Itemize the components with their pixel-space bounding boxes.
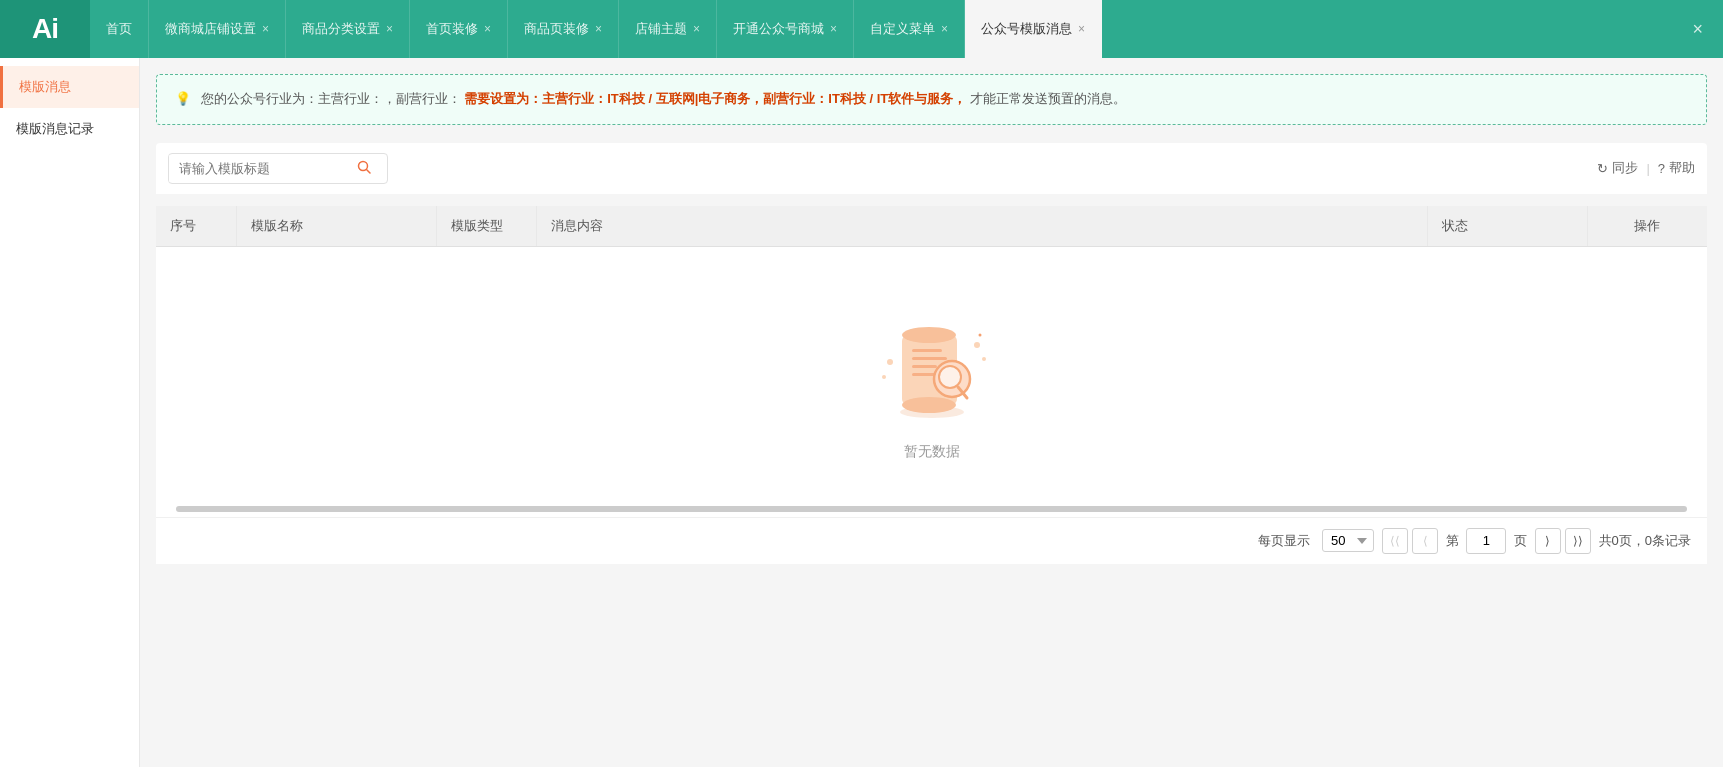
nav-tab-home-decoration[interactable]: 首页装修 ×: [410, 0, 508, 58]
svg-line-1: [367, 169, 371, 173]
data-table: 序号模版名称模版类型消息内容状态操作: [156, 206, 1707, 247]
sync-button[interactable]: ↻ 同步: [1597, 159, 1638, 177]
svg-point-5: [902, 397, 956, 413]
help-label: 帮助: [1669, 159, 1695, 177]
sync-icon: ↻: [1597, 161, 1608, 176]
nav-tab-home[interactable]: 首页: [90, 0, 149, 58]
table-header-name: 模版名称: [236, 206, 436, 247]
divider: |: [1646, 161, 1649, 176]
help-icon: ?: [1658, 161, 1665, 176]
nav-tab-shop-settings[interactable]: 微商城店铺设置 ×: [149, 0, 286, 58]
close-tab-icon[interactable]: ×: [595, 23, 602, 35]
table-header-index: 序号: [156, 206, 236, 247]
toolbar: ↻ 同步 | ? 帮助: [156, 143, 1707, 194]
nav-tab-product-decoration[interactable]: 商品页装修 ×: [508, 0, 619, 58]
brand-logo: Ai: [0, 0, 90, 58]
main-layout: 模版消息模版消息记录 💡 您的公众号行业为：主营行业：，副营行业： 需要设置为：…: [0, 58, 1723, 767]
first-page-button[interactable]: ⟨⟨: [1382, 528, 1408, 554]
sidebar-item-template-message[interactable]: 模版消息: [0, 66, 139, 108]
page-suffix: 页: [1510, 532, 1530, 550]
nav-tabs-container: 首页微商城店铺设置 ×商品分类设置 ×首页装修 ×商品页装修 ×店铺主题 ×开通…: [90, 0, 1672, 58]
svg-point-4: [902, 327, 956, 343]
toolbar-right: ↻ 同步 | ? 帮助: [1597, 159, 1695, 177]
horizontal-scrollbar[interactable]: [156, 501, 1707, 517]
sync-label: 同步: [1612, 159, 1638, 177]
svg-rect-8: [912, 365, 937, 368]
svg-point-16: [887, 359, 893, 365]
search-box[interactable]: [168, 153, 388, 184]
nav-tab-category-settings[interactable]: 商品分类设置 ×: [286, 0, 410, 58]
table-header-status: 状态: [1427, 206, 1587, 247]
page-size-select: 每页显示 102050100: [1258, 529, 1374, 552]
page-size-dropdown[interactable]: 102050100: [1322, 529, 1374, 552]
table-header-content: 消息内容: [536, 206, 1427, 247]
close-tab-icon[interactable]: ×: [484, 23, 491, 35]
close-tab-icon[interactable]: ×: [262, 23, 269, 35]
bulb-icon: 💡: [175, 91, 191, 106]
page-number-input[interactable]: [1466, 528, 1506, 554]
page-word: 第: [1442, 532, 1462, 550]
close-tab-icon[interactable]: ×: [1078, 23, 1085, 35]
help-button[interactable]: ? 帮助: [1658, 159, 1695, 177]
svg-rect-7: [912, 357, 947, 360]
close-tab-icon[interactable]: ×: [386, 23, 393, 35]
last-page-button[interactable]: ⟩⟩: [1565, 528, 1591, 554]
svg-point-17: [882, 375, 886, 379]
table-header-type: 模版类型: [436, 206, 536, 247]
close-all-button[interactable]: ×: [1672, 0, 1723, 58]
svg-point-11: [939, 366, 961, 388]
notice-box: 💡 您的公众号行业为：主营行业：，副营行业： 需要设置为：主营行业：IT科技 /…: [156, 74, 1707, 125]
search-button[interactable]: [349, 154, 379, 183]
scrollbar-thumb[interactable]: [176, 506, 1687, 512]
sidebar: 模版消息模版消息记录: [0, 58, 140, 767]
page-navigation: ⟨⟨ ⟨ 第 页 ⟩ ⟩⟩: [1382, 528, 1590, 554]
sidebar-item-template-message-record[interactable]: 模版消息记录: [0, 108, 139, 150]
table-wrapper: 序号模版名称模版类型消息内容状态操作: [156, 206, 1707, 564]
empty-state: 暂无数据: [156, 247, 1707, 501]
top-navigation: Ai 首页微商城店铺设置 ×商品分类设置 ×首页装修 ×商品页装修 ×店铺主题 …: [0, 0, 1723, 58]
svg-point-14: [982, 357, 986, 361]
next-page-button[interactable]: ⟩: [1535, 528, 1561, 554]
total-info: 共0页，0条记录: [1599, 532, 1691, 550]
notice-suffix: 才能正常发送预置的消息。: [970, 91, 1126, 106]
svg-point-15: [978, 333, 981, 336]
close-tab-icon[interactable]: ×: [830, 23, 837, 35]
table-header-action: 操作: [1587, 206, 1707, 247]
prev-page-button[interactable]: ⟨: [1412, 528, 1438, 554]
main-content: 💡 您的公众号行业为：主营行业：，副营行业： 需要设置为：主营行业：IT科技 /…: [140, 58, 1723, 767]
nav-tab-custom-menu[interactable]: 自定义菜单 ×: [854, 0, 965, 58]
table-header-row: 序号模版名称模版类型消息内容状态操作: [156, 206, 1707, 247]
close-tab-icon[interactable]: ×: [941, 23, 948, 35]
notice-highlight: 需要设置为：主营行业：IT科技 / 互联网|电子商务，副营行业：IT科技 / I…: [464, 91, 966, 106]
page-size-label: 每页显示: [1258, 532, 1310, 550]
svg-point-13: [974, 342, 980, 348]
nav-tab-shop-theme[interactable]: 店铺主题 ×: [619, 0, 717, 58]
nav-tab-open-mall[interactable]: 开通公众号商城 ×: [717, 0, 854, 58]
nav-tab-template-msg[interactable]: 公众号模版消息 ×: [965, 0, 1102, 58]
empty-text: 暂无数据: [176, 443, 1687, 461]
pagination: 每页显示 102050100 ⟨⟨ ⟨ 第 页 ⟩ ⟩⟩ 共0页，0条记录: [156, 517, 1707, 564]
close-tab-icon[interactable]: ×: [693, 23, 700, 35]
notice-prefix: 您的公众号行业为：主营行业：，副营行业：: [201, 91, 461, 106]
svg-rect-6: [912, 349, 942, 352]
empty-icon: [872, 307, 992, 427]
search-input[interactable]: [169, 155, 349, 182]
